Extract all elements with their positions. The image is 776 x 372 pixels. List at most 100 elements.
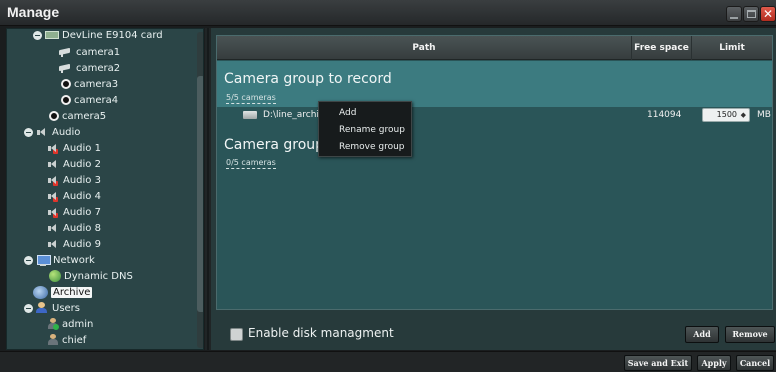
- tree-item-audio-7[interactable]: Audio 7: [47, 204, 101, 220]
- dialog-footer: Save and Exit Apply Cancel: [0, 351, 776, 372]
- maximize-icon: [746, 10, 756, 18]
- group-camera-count[interactable]: 0/5 cameras: [226, 158, 276, 169]
- collapse-icon[interactable]: [24, 303, 33, 313]
- audio-group-icon: [36, 127, 49, 138]
- tree-item-archive[interactable]: Archive: [33, 284, 93, 300]
- save-and-exit-button[interactable]: Save and Exit: [624, 355, 692, 371]
- group-camera-count[interactable]: 5/5 cameras: [226, 93, 276, 104]
- archive-grid: Path Free space Limit Camera group to re…: [216, 35, 773, 310]
- enable-disk-management-checkbox[interactable]: [230, 328, 243, 341]
- grid-header: Path Free space Limit: [217, 36, 772, 60]
- tree-item-users[interactable]: Users: [24, 300, 80, 316]
- collapse-icon[interactable]: [33, 30, 42, 40]
- card-icon: [45, 31, 59, 39]
- group-title[interactable]: Camera group to record: [224, 71, 392, 87]
- maximize-button[interactable]: [743, 6, 759, 22]
- column-limit[interactable]: Limit: [691, 36, 772, 60]
- tree-item-label: Audio 9: [63, 238, 101, 250]
- tree-item-devline-card[interactable]: DevLine E9104 card: [33, 29, 163, 43]
- ip-camera-icon: [59, 48, 73, 57]
- tree-item-label: camera3: [74, 78, 119, 90]
- tree-item-label: Dynamic DNS: [64, 270, 133, 282]
- tree-scrollbar-thumb[interactable]: [197, 76, 203, 312]
- spin-arrows-icon[interactable]: ◆: [741, 109, 746, 121]
- limit-value[interactable]: 1500: [717, 110, 737, 119]
- tree-item-camera4[interactable]: camera4: [61, 92, 118, 108]
- user-icon: [47, 334, 59, 346]
- monitor-icon: [36, 254, 51, 266]
- collapse-icon[interactable]: [24, 127, 33, 137]
- context-menu: Add Rename group Remove group: [318, 101, 412, 157]
- tree-item-label: camera5: [62, 110, 107, 122]
- tree-item-label: Archive: [51, 286, 93, 298]
- tree-item-label: Audio 3: [63, 174, 101, 186]
- close-icon: ✕: [762, 7, 774, 21]
- speaker-icon: [47, 223, 60, 234]
- tree-item-label: camera1: [76, 46, 121, 58]
- tree-item-audio-9[interactable]: Audio 9: [47, 236, 101, 252]
- webcam-icon: [61, 95, 71, 105]
- menu-item-remove-group[interactable]: Remove group: [339, 142, 405, 152]
- speaker-icon: [47, 175, 60, 186]
- menu-item-rename-group[interactable]: Rename group: [339, 125, 405, 135]
- window-title: Manage: [7, 4, 60, 20]
- minimize-icon: [730, 16, 738, 19]
- speaker-icon: [47, 239, 60, 250]
- drive-icon: [243, 111, 257, 119]
- menu-item-add[interactable]: Add: [339, 108, 356, 118]
- title-bar: Manage ✕: [0, 0, 776, 26]
- tree-item-label: camera2: [76, 62, 121, 74]
- collapse-icon[interactable]: [24, 255, 33, 265]
- tree-item-label: admin: [62, 318, 94, 330]
- settings-tree: DevLine E9104 card camera1 camera2 camer…: [6, 28, 204, 350]
- globe-icon: [49, 270, 61, 282]
- column-path[interactable]: Path: [217, 36, 631, 60]
- close-button[interactable]: ✕: [760, 6, 776, 22]
- tree-item-label: DevLine E9104 card: [62, 29, 163, 41]
- archive-path[interactable]: D:\line_archiv: [263, 110, 324, 120]
- webcam-icon: [61, 79, 71, 89]
- tree-item-camera2[interactable]: camera2: [59, 60, 120, 76]
- tree-item-label: Audio 1: [63, 142, 101, 154]
- tree-item-audio-1[interactable]: Audio 1: [47, 140, 101, 156]
- tree-scrollbar[interactable]: [197, 32, 203, 348]
- tree-item-label: Audio 2: [63, 158, 101, 170]
- column-free-space[interactable]: Free space: [631, 36, 691, 60]
- tree-item-audio-3[interactable]: Audio 3: [47, 172, 101, 188]
- apply-button[interactable]: Apply: [697, 355, 731, 371]
- limit-unit: MB: [757, 110, 771, 120]
- speaker-icon: [47, 207, 60, 218]
- limit-stepper[interactable]: 1500 ◆: [702, 108, 750, 122]
- enable-disk-management-label[interactable]: Enable disk managment: [248, 326, 394, 340]
- tree-item-audio-2[interactable]: Audio 2: [47, 156, 101, 172]
- tree-item-label: Users: [52, 302, 81, 314]
- tree-item-dynamic-dns[interactable]: Dynamic DNS: [49, 268, 133, 284]
- tree-item-label: camera4: [74, 94, 119, 106]
- speaker-icon: [47, 191, 60, 202]
- tree-item-audio-8[interactable]: Audio 8: [47, 220, 101, 236]
- tree-item-label: chief: [62, 334, 87, 346]
- cancel-button[interactable]: Cancel: [736, 355, 774, 371]
- archive-icon: [33, 285, 48, 299]
- tree-item-label: Audio 7: [63, 206, 101, 218]
- tree-item-chief[interactable]: chief: [47, 332, 86, 348]
- user-icon: [47, 318, 59, 330]
- tree-item-admin[interactable]: admin: [47, 316, 93, 332]
- archive-free-space: 114094: [647, 110, 682, 120]
- add-button[interactable]: Add: [685, 326, 719, 343]
- minimize-button[interactable]: [726, 6, 742, 22]
- tree-item-network[interactable]: Network: [24, 252, 95, 268]
- tree-item-audio-4[interactable]: Audio 4: [47, 188, 101, 204]
- ip-camera-icon: [59, 64, 73, 73]
- webcam-icon: [49, 111, 59, 121]
- tree-item-camera5[interactable]: camera5: [49, 108, 106, 124]
- tree-item-camera3[interactable]: camera3: [61, 76, 118, 92]
- speaker-icon: [47, 143, 60, 154]
- users-icon: [36, 302, 49, 314]
- tree-item-camera1[interactable]: camera1: [59, 44, 120, 60]
- archive-panel: Path Free space Limit Camera group to re…: [211, 28, 776, 350]
- group-title[interactable]: Camera group: [224, 137, 324, 153]
- tree-item-label: Audio: [52, 126, 81, 138]
- remove-button[interactable]: Remove: [725, 326, 775, 343]
- tree-item-audio[interactable]: Audio: [24, 124, 80, 140]
